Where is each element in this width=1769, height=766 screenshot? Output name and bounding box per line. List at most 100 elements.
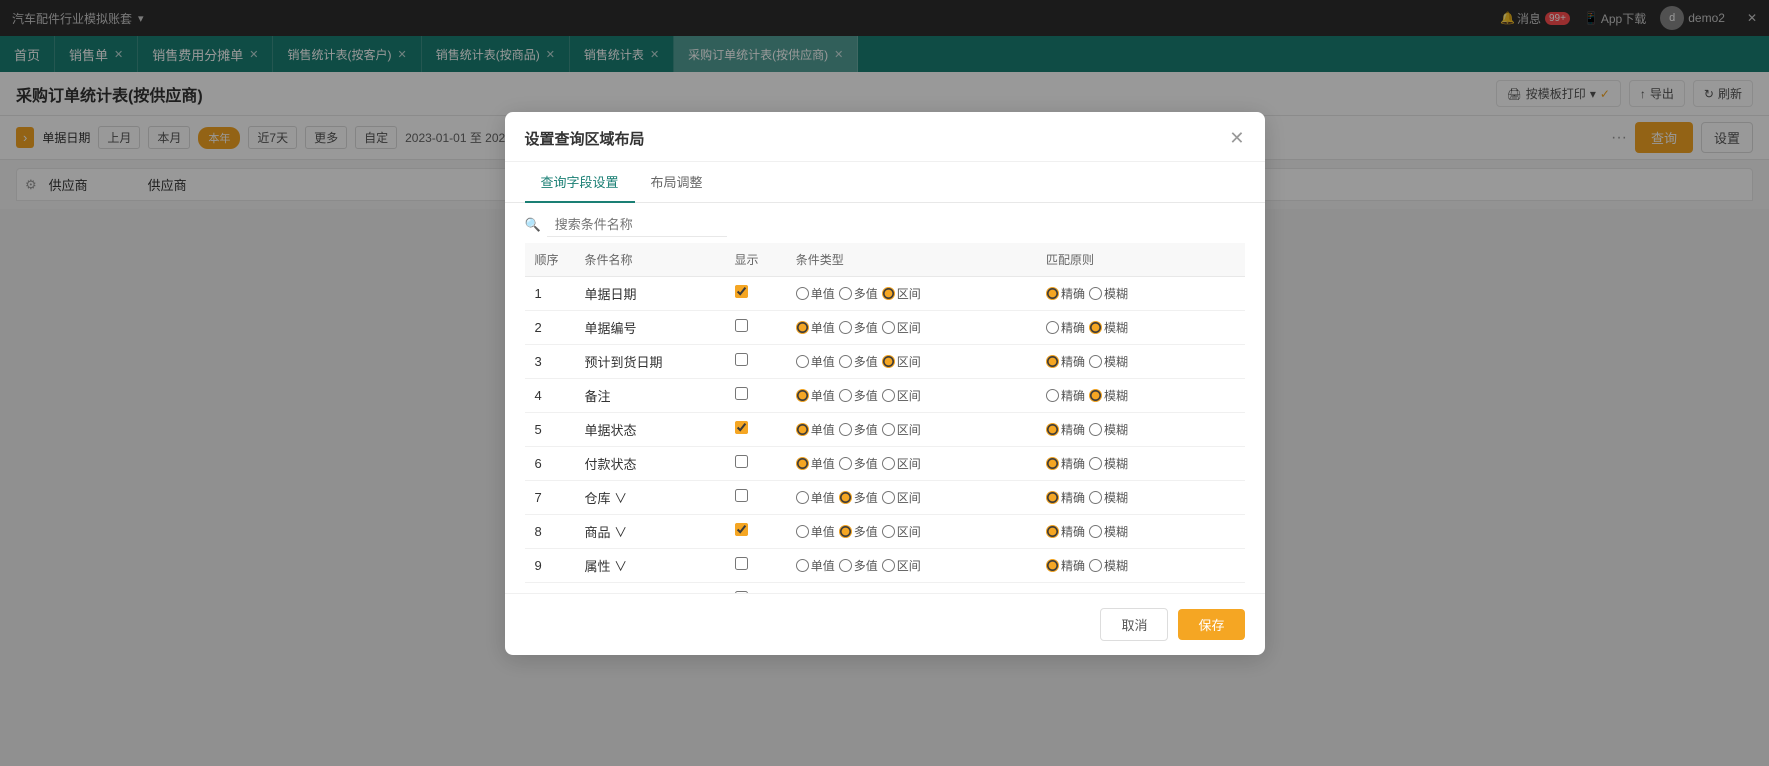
radio-single[interactable] xyxy=(796,423,809,436)
radio-multi[interactable] xyxy=(839,491,852,504)
radio-fuzzy[interactable] xyxy=(1089,423,1102,436)
radio-range[interactable] xyxy=(882,559,895,572)
radio-single[interactable] xyxy=(796,287,809,300)
radio-exact-option[interactable]: 精确 xyxy=(1046,455,1085,472)
radio-fuzzy[interactable] xyxy=(1089,355,1102,368)
radio-range-option[interactable]: 区间 xyxy=(882,455,921,472)
radio-fuzzy-option[interactable]: 模糊 xyxy=(1089,557,1128,574)
tab-query-fields[interactable]: 查询字段设置 xyxy=(525,162,635,203)
cancel-button[interactable]: 取消 xyxy=(1100,608,1168,641)
radio-fuzzy[interactable] xyxy=(1089,457,1102,470)
radio-single-option[interactable]: 单值 xyxy=(796,353,835,370)
radio-exact[interactable] xyxy=(1046,457,1059,470)
radio-range[interactable] xyxy=(882,491,895,504)
radio-range[interactable] xyxy=(882,321,895,334)
cell-display[interactable] xyxy=(725,480,786,514)
cell-display[interactable] xyxy=(725,344,786,378)
radio-single-option[interactable]: 单值 xyxy=(796,523,835,540)
radio-single[interactable] xyxy=(796,321,809,334)
tab-layout-adjust[interactable]: 布局调整 xyxy=(635,162,719,203)
radio-fuzzy-option[interactable]: 模糊 xyxy=(1089,353,1128,370)
radio-multi-option[interactable]: 多值 xyxy=(839,421,878,438)
radio-single[interactable] xyxy=(796,457,809,470)
radio-multi[interactable] xyxy=(839,355,852,368)
radio-exact-option[interactable]: 精确 xyxy=(1046,523,1085,540)
radio-single-option[interactable]: 单值 xyxy=(796,455,835,472)
radio-range-option[interactable]: 区间 xyxy=(882,319,921,336)
radio-multi[interactable] xyxy=(839,457,852,470)
radio-fuzzy-option[interactable]: 模糊 xyxy=(1089,319,1128,336)
radio-single-option[interactable]: 单值 xyxy=(796,387,835,404)
radio-fuzzy-option[interactable]: 模糊 xyxy=(1089,387,1128,404)
radio-exact[interactable] xyxy=(1046,559,1059,572)
radio-range-option[interactable]: 区间 xyxy=(882,421,921,438)
radio-fuzzy[interactable] xyxy=(1089,389,1102,402)
radio-exact-option[interactable]: 精确 xyxy=(1046,489,1085,506)
modal-close-button[interactable]: ✕ xyxy=(1229,129,1244,147)
radio-fuzzy-option[interactable]: 模糊 xyxy=(1089,455,1128,472)
radio-exact[interactable] xyxy=(1046,321,1059,334)
radio-fuzzy-option[interactable]: 模糊 xyxy=(1089,421,1128,438)
radio-multi-option[interactable]: 多值 xyxy=(839,285,878,302)
radio-fuzzy[interactable] xyxy=(1089,287,1102,300)
display-checkbox[interactable] xyxy=(735,319,748,332)
radio-fuzzy[interactable] xyxy=(1089,525,1102,538)
display-checkbox[interactable] xyxy=(735,387,748,400)
radio-range[interactable] xyxy=(882,389,895,402)
radio-single-option[interactable]: 单值 xyxy=(796,421,835,438)
radio-exact-option[interactable]: 精确 xyxy=(1046,285,1085,302)
radio-range[interactable] xyxy=(882,457,895,470)
radio-fuzzy[interactable] xyxy=(1089,559,1102,572)
radio-range-option[interactable]: 区间 xyxy=(882,353,921,370)
radio-fuzzy-option[interactable]: 模糊 xyxy=(1089,523,1128,540)
radio-multi[interactable] xyxy=(839,321,852,334)
radio-exact[interactable] xyxy=(1046,423,1059,436)
cell-display[interactable] xyxy=(725,446,786,480)
radio-multi-option[interactable]: 多值 xyxy=(839,387,878,404)
radio-multi[interactable] xyxy=(839,559,852,572)
display-checkbox[interactable] xyxy=(735,489,748,502)
cell-display[interactable] xyxy=(725,276,786,310)
radio-multi-option[interactable]: 多值 xyxy=(839,523,878,540)
radio-multi-option[interactable]: 多值 xyxy=(839,455,878,472)
radio-multi[interactable] xyxy=(839,423,852,436)
radio-exact[interactable] xyxy=(1046,491,1059,504)
radio-single-option[interactable]: 单值 xyxy=(796,319,835,336)
display-checkbox[interactable] xyxy=(735,353,748,366)
radio-range-option[interactable]: 区间 xyxy=(882,489,921,506)
radio-multi-option[interactable]: 多值 xyxy=(839,489,878,506)
save-button[interactable]: 保存 xyxy=(1178,609,1244,640)
display-checkbox[interactable] xyxy=(735,285,748,298)
display-checkbox[interactable] xyxy=(735,523,748,536)
radio-single[interactable] xyxy=(796,525,809,538)
radio-single[interactable] xyxy=(796,559,809,572)
radio-single[interactable] xyxy=(796,355,809,368)
radio-fuzzy[interactable] xyxy=(1089,321,1102,334)
radio-range-option[interactable]: 区间 xyxy=(882,285,921,302)
cell-display[interactable] xyxy=(725,514,786,548)
radio-exact-option[interactable]: 精确 xyxy=(1046,387,1085,404)
radio-multi-option[interactable]: 多值 xyxy=(839,557,878,574)
radio-exact[interactable] xyxy=(1046,355,1059,368)
radio-exact[interactable] xyxy=(1046,287,1059,300)
radio-exact[interactable] xyxy=(1046,525,1059,538)
search-input[interactable] xyxy=(547,213,727,237)
radio-multi-option[interactable]: 多值 xyxy=(839,319,878,336)
radio-range[interactable] xyxy=(882,525,895,538)
radio-range-option[interactable]: 区间 xyxy=(882,557,921,574)
cell-display[interactable] xyxy=(725,310,786,344)
radio-single-option[interactable]: 单值 xyxy=(796,489,835,506)
cell-display[interactable] xyxy=(725,582,786,593)
radio-range[interactable] xyxy=(882,355,895,368)
radio-single[interactable] xyxy=(796,491,809,504)
radio-exact-option[interactable]: 精确 xyxy=(1046,319,1085,336)
radio-multi-option[interactable]: 多值 xyxy=(839,353,878,370)
radio-range-option[interactable]: 区间 xyxy=(882,387,921,404)
radio-fuzzy-option[interactable]: 模糊 xyxy=(1089,489,1128,506)
cell-display[interactable] xyxy=(725,548,786,582)
radio-multi[interactable] xyxy=(839,525,852,538)
radio-exact[interactable] xyxy=(1046,389,1059,402)
radio-multi[interactable] xyxy=(839,287,852,300)
radio-fuzzy-option[interactable]: 模糊 xyxy=(1089,285,1128,302)
radio-single[interactable] xyxy=(796,389,809,402)
